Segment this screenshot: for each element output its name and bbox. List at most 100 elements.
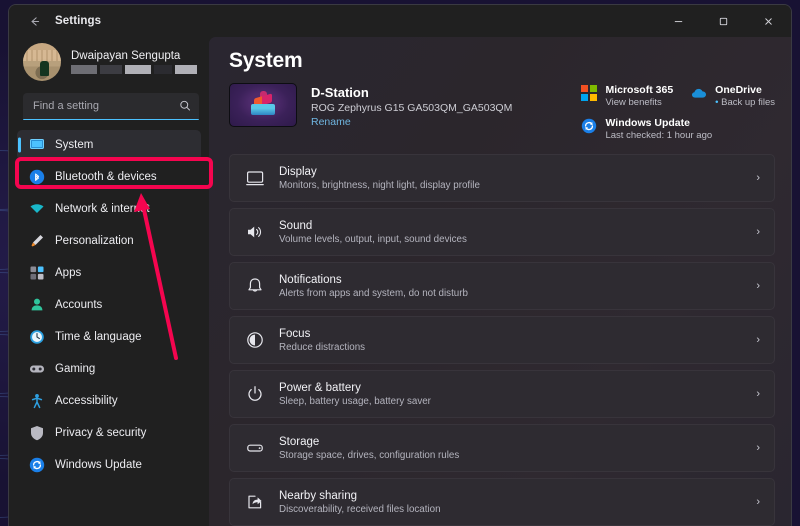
- service-card-title: OneDrive: [715, 84, 775, 96]
- gamepad-icon: [28, 361, 45, 378]
- main-content: System D-Station ROG Zephyrus G15 GA503Q…: [209, 37, 791, 526]
- power-icon: [245, 385, 264, 404]
- back-arrow-icon: [28, 15, 41, 28]
- bluetooth-icon: [28, 169, 45, 186]
- settings-list: DisplayMonitors, brightness, night light…: [225, 154, 779, 526]
- settings-row-storage[interactable]: Storage Storage space, drives, configurat…: [229, 424, 775, 472]
- back-button[interactable]: [19, 7, 49, 35]
- redaction-bar: [100, 65, 122, 74]
- settings-row-text: FocusReduce distractions: [279, 328, 365, 353]
- maximize-icon: [718, 16, 729, 27]
- avatar-figure: [40, 61, 49, 76]
- storage-drive-icon: [245, 439, 264, 458]
- service-card-subtitle[interactable]: View benefits: [605, 97, 673, 108]
- monitor-icon: [28, 137, 45, 154]
- service-cards: Microsoft 365View benefits OneDriveBack u…: [581, 83, 775, 141]
- sidebar-item-apps[interactable]: Apps: [17, 258, 201, 288]
- service-card-microsoft-365[interactable]: Microsoft 365View benefits: [581, 84, 673, 108]
- wifi-icon: [28, 201, 45, 218]
- account-text: Dwaipayan Sengupta: [71, 50, 197, 74]
- minimize-button[interactable]: [656, 5, 701, 37]
- settings-row-title: Notifications: [279, 274, 468, 286]
- device-name: D-Station: [311, 85, 512, 100]
- sidebar-item-personalization[interactable]: Personalization: [17, 226, 201, 256]
- display-monitor-icon: [245, 169, 264, 188]
- sidebar-item-privacy-security[interactable]: Privacy & security: [17, 418, 201, 448]
- device-model: ROG Zephyrus G15 GA503QM_GA503QM: [311, 102, 512, 114]
- redaction-bar: [154, 65, 172, 74]
- settings-row-title: Power & battery: [279, 382, 431, 394]
- sidebar-item-accounts[interactable]: Accounts: [17, 290, 201, 320]
- rename-link[interactable]: Rename: [311, 116, 512, 128]
- close-button[interactable]: [746, 5, 791, 37]
- settings-row-focus[interactable]: FocusReduce distractions ›: [229, 316, 775, 364]
- settings-row-title: Storage: [279, 436, 459, 448]
- chevron-right-icon: ›: [756, 226, 760, 238]
- onedrive-cloud-icon: [691, 85, 707, 101]
- avatar[interactable]: [23, 43, 61, 81]
- settings-row-sound[interactable]: Sound Volume levels, output, input, sound…: [229, 208, 775, 256]
- sidebar-item-label: Windows Update: [55, 459, 142, 471]
- sidebar-item-system[interactable]: System: [17, 130, 201, 160]
- account-block[interactable]: Dwaipayan Sengupta: [17, 37, 203, 91]
- search-box[interactable]: [23, 93, 199, 120]
- sidebar-item-label: Privacy & security: [55, 427, 146, 439]
- settings-row-power-battery[interactable]: Power & batterySleep, battery usage, bat…: [229, 370, 775, 418]
- service-card-text: Windows UpdateLast checked: 1 hour ago: [605, 117, 712, 141]
- speaker-icon: [245, 223, 264, 242]
- service-card-text: Microsoft 365View benefits: [605, 84, 673, 108]
- settings-row-title: Sound: [279, 220, 467, 232]
- settings-row-title: Display: [279, 166, 480, 178]
- sidebar-item-label: Network & internet: [55, 203, 150, 215]
- thumb-base: [251, 104, 275, 115]
- sidebar-item-time-language[interactable]: Time & language: [17, 322, 201, 352]
- settings-row-text: Sound Volume levels, output, input, sound…: [279, 220, 467, 245]
- redacted-email: [71, 65, 197, 74]
- settings-row-display[interactable]: DisplayMonitors, brightness, night light…: [229, 154, 775, 202]
- sidebar-item-gaming[interactable]: Gaming: [17, 354, 201, 384]
- search-input[interactable]: [23, 93, 199, 120]
- sidebar-item-bluetooth-devices[interactable]: Bluetooth & devices: [17, 162, 201, 192]
- chevron-right-icon: ›: [756, 442, 760, 454]
- service-card-windows-update[interactable]: Windows UpdateLast checked: 1 hour ago: [581, 117, 775, 141]
- bell-icon: [245, 277, 264, 296]
- device-thumbnail: [229, 83, 297, 127]
- sidebar-item-label: Accessibility: [55, 395, 118, 407]
- settings-row-notifications[interactable]: NotificationsAlerts from apps and system…: [229, 262, 775, 310]
- chevron-right-icon: ›: [756, 280, 760, 292]
- windows-update-sync-icon: [581, 118, 597, 134]
- settings-row-text: Power & batterySleep, battery usage, bat…: [279, 382, 431, 407]
- chevron-right-icon: ›: [756, 334, 760, 346]
- sidebar: Dwaipayan Sengupta System Bluetooth & dev…: [9, 37, 209, 526]
- settings-window: Settings: [8, 4, 792, 526]
- sidebar-item-accessibility[interactable]: Accessibility: [17, 386, 201, 416]
- service-card-subtitle[interactable]: Last checked: 1 hour ago: [605, 130, 712, 141]
- settings-row-subtitle: Reduce distractions: [279, 342, 365, 353]
- window-controls: [656, 5, 791, 37]
- focus-moon-icon: [245, 331, 264, 350]
- minimize-icon: [673, 16, 684, 27]
- sidebar-item-label: Time & language: [55, 331, 142, 343]
- service-card-subtitle[interactable]: Back up files: [715, 97, 775, 108]
- settings-row-nearby-sharing[interactable]: Nearby sharingDiscoverability, received …: [229, 478, 775, 526]
- redaction-bar: [71, 65, 97, 74]
- sidebar-item-network-internet[interactable]: Network & internet: [17, 194, 201, 224]
- sidebar-item-label: Bluetooth & devices: [55, 171, 157, 183]
- person-icon: [28, 297, 45, 314]
- sidebar-item-windows-update[interactable]: Windows Update: [17, 450, 201, 480]
- maximize-button[interactable]: [701, 5, 746, 37]
- redaction-bar: [125, 65, 151, 74]
- window-body: Dwaipayan Sengupta System Bluetooth & dev…: [9, 37, 791, 526]
- settings-row-text: NotificationsAlerts from apps and system…: [279, 274, 468, 299]
- settings-row-text: Nearby sharingDiscoverability, received …: [279, 490, 441, 515]
- sidebar-item-label: Accounts: [55, 299, 102, 311]
- page-title: System: [229, 49, 779, 73]
- device-thumbnail-art: [251, 96, 275, 116]
- avatar-background: [23, 50, 61, 61]
- sidebar-item-label: System: [55, 139, 93, 151]
- apps-icon: [28, 265, 45, 282]
- settings-row-subtitle: Storage space, drives, configuration rul…: [279, 450, 459, 461]
- paintbrush-icon: [28, 233, 45, 250]
- settings-row-subtitle: Volume levels, output, input, sound devi…: [279, 234, 467, 245]
- service-card-onedrive[interactable]: OneDriveBack up files: [691, 84, 775, 108]
